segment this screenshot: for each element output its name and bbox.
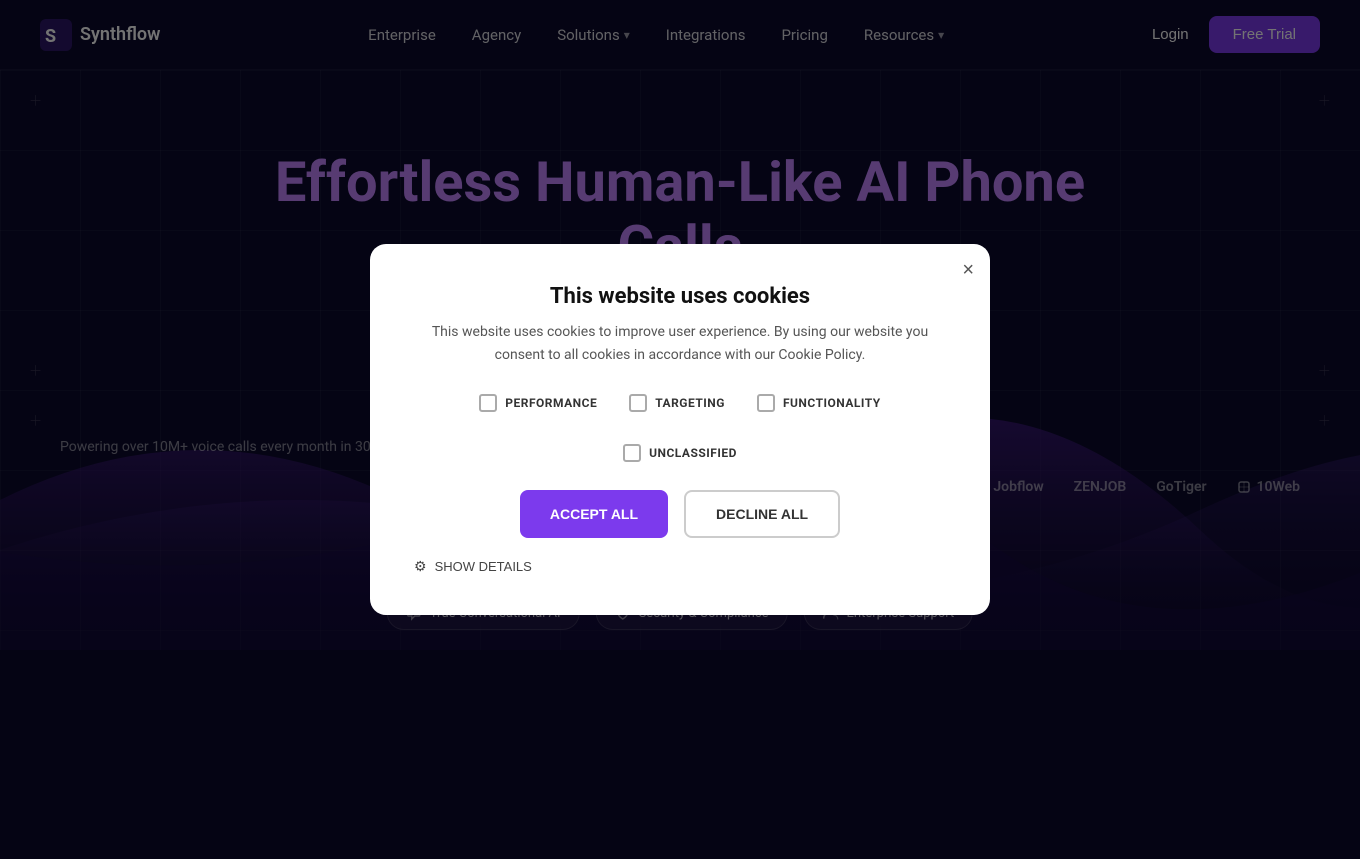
performance-checkbox[interactable] — [479, 394, 497, 412]
decline-all-button[interactable]: DECLINE ALL — [684, 490, 840, 538]
show-details-label: SHOW DETAILS — [435, 559, 532, 574]
accept-all-button[interactable]: ACCEPT ALL — [520, 490, 668, 538]
modal-close-button[interactable]: × — [962, 260, 974, 280]
show-details-button[interactable]: ⚙ SHOW DETAILS — [414, 558, 532, 575]
functionality-checkbox[interactable] — [757, 394, 775, 412]
unclassified-checkbox[interactable] — [623, 444, 641, 462]
cookie-option-functionality[interactable]: FUNCTIONALITY — [757, 394, 881, 412]
performance-label: PERFORMANCE — [505, 396, 597, 410]
targeting-checkbox[interactable] — [629, 394, 647, 412]
modal-buttons: ACCEPT ALL DECLINE ALL — [414, 490, 946, 538]
cookie-option-performance[interactable]: PERFORMANCE — [479, 394, 597, 412]
modal-overlay: × This website uses cookies This website… — [0, 0, 1360, 859]
cookie-options: PERFORMANCE TARGETING FUNCTIONALITY UNCL… — [414, 394, 946, 462]
gear-icon: ⚙ — [414, 558, 427, 575]
functionality-label: FUNCTIONALITY — [783, 396, 881, 410]
cookie-modal: × This website uses cookies This website… — [370, 244, 990, 615]
modal-description: This website uses cookies to improve use… — [414, 321, 946, 366]
cookie-option-unclassified[interactable]: UNCLASSIFIED — [623, 444, 737, 462]
targeting-label: TARGETING — [655, 396, 725, 410]
unclassified-label: UNCLASSIFIED — [649, 446, 737, 460]
modal-title: This website uses cookies — [414, 284, 946, 309]
cookie-option-targeting[interactable]: TARGETING — [629, 394, 725, 412]
